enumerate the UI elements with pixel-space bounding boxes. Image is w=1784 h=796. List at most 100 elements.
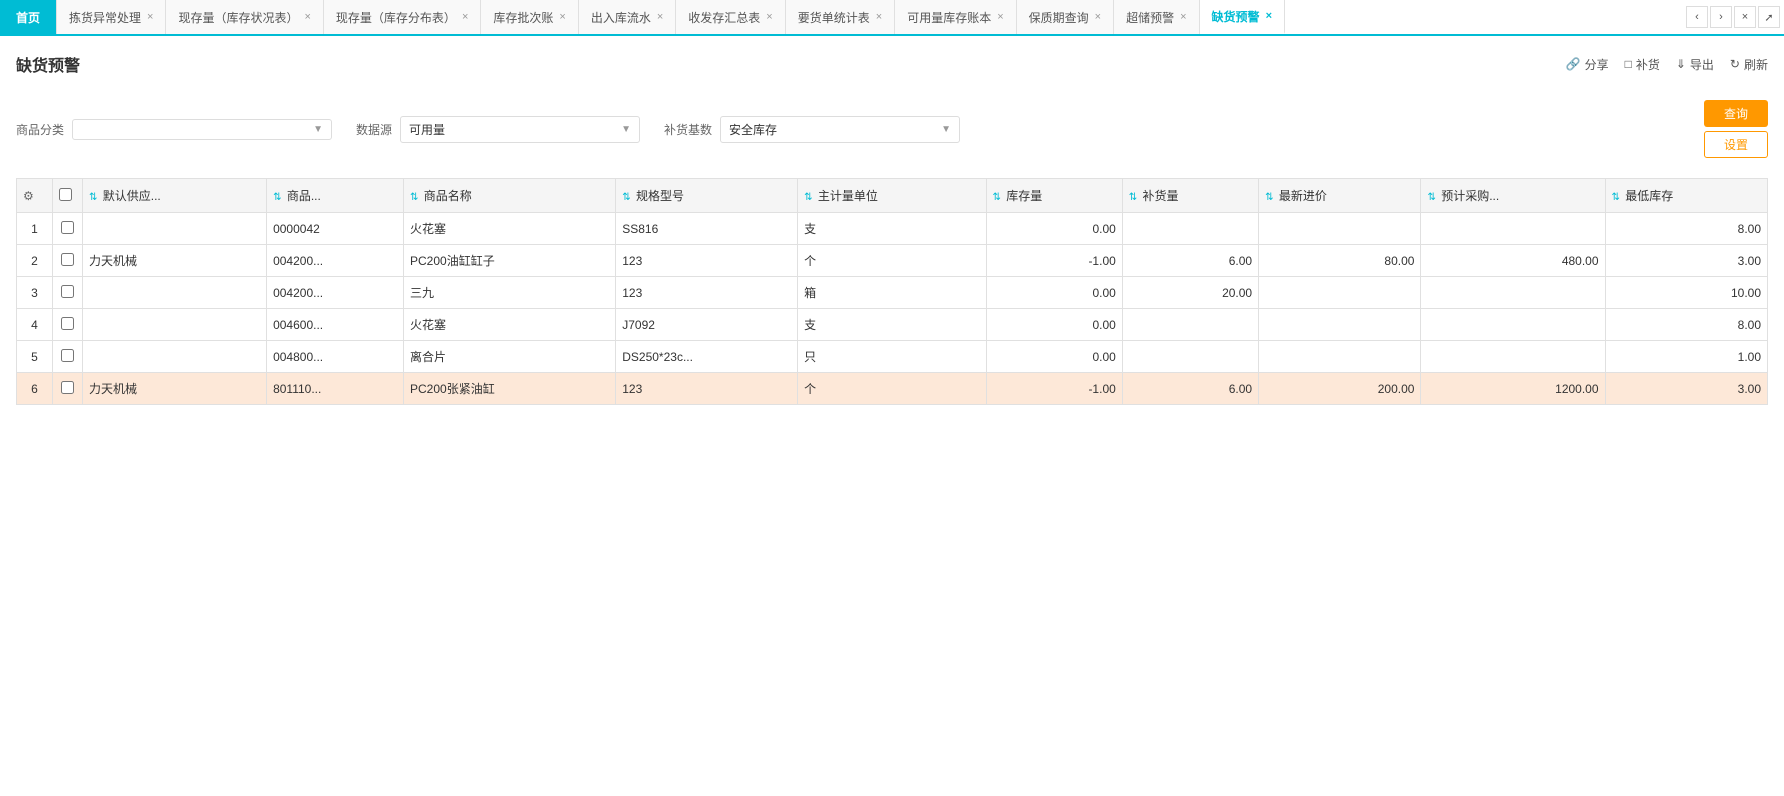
share-icon: 🔗	[1566, 57, 1581, 71]
share-label: 分享	[1585, 56, 1609, 73]
tab-item-shortage[interactable]: 缺货预警 ×	[1200, 0, 1285, 34]
cell-latest_price-2: 80.00	[1259, 245, 1421, 277]
cell-code-1: 0000042	[267, 213, 404, 245]
cell-code-2: 004200...	[267, 245, 404, 277]
cell-replenish-5	[1122, 341, 1258, 373]
gear-icon[interactable]: ⚙	[23, 189, 34, 203]
tab-item-inout[interactable]: 出入库流水×	[579, 0, 676, 34]
th-replenish[interactable]: ⇅ 补货量	[1122, 179, 1258, 213]
filter-bar: 商品分类 ▼ 数据源 可用量 ▼ 补货基数 安全库存 ▼ 查询 设置	[16, 92, 1768, 166]
tab-prev-button[interactable]: ‹	[1686, 6, 1708, 28]
tab-item-stock-status[interactable]: 现存量（库存状况表）×	[166, 0, 323, 34]
tab-item-batch[interactable]: 库存批次账×	[481, 0, 578, 34]
category-label: 商品分类	[16, 121, 64, 138]
row-checkbox-4[interactable]	[61, 317, 74, 330]
tab-item-overstock[interactable]: 超储预警 ×	[1114, 0, 1199, 34]
cell-latest_price-5	[1259, 341, 1421, 373]
tab-item-available[interactable]: 可用量库存账本×	[895, 0, 1016, 34]
th-latest-price[interactable]: ⇅ 最新进价	[1259, 179, 1421, 213]
th-unit[interactable]: ⇅ 主计量单位	[798, 179, 986, 213]
export-action[interactable]: ⇓ 导出	[1676, 56, 1714, 73]
row-number-3: 3	[17, 277, 53, 309]
replenish-basis-filter-group: 补货基数 安全库存 ▼	[664, 116, 960, 143]
row-checkbox-cell-3	[53, 277, 83, 309]
cell-min_stock-5: 1.00	[1605, 341, 1767, 373]
th-stock[interactable]: ⇅ 库存量	[986, 179, 1122, 213]
cell-supplier-6: 力天机械	[83, 373, 267, 405]
table-row: 3004200...三九123箱0.0020.0010.00	[17, 277, 1768, 309]
share-action[interactable]: 🔗 分享	[1566, 56, 1609, 73]
row-number-2: 2	[17, 245, 53, 277]
category-filter-group: 商品分类 ▼	[16, 119, 332, 140]
tab-item-abnormal[interactable]: 拣货异常处理×	[57, 0, 166, 34]
tab-close-icon-abnormal[interactable]: ×	[147, 11, 153, 23]
cell-est_purchase-5	[1421, 341, 1605, 373]
tab-close-icon-receipt[interactable]: ×	[766, 11, 772, 23]
tab-close-icon-available[interactable]: ×	[997, 11, 1003, 23]
row-checkbox-1[interactable]	[61, 221, 74, 234]
row-checkbox-cell-1	[53, 213, 83, 245]
tab-close-button[interactable]: ×	[1734, 6, 1756, 28]
replenish-action[interactable]: □ 补货	[1625, 56, 1660, 73]
tab-item-home[interactable]: 首页	[0, 0, 57, 34]
select-all-checkbox[interactable]	[59, 188, 72, 201]
row-checkbox-cell-2	[53, 245, 83, 277]
tab-label-receipt: 收发存汇总表	[688, 9, 760, 26]
sort-icon-name: ⇅	[410, 192, 418, 203]
cell-spec-5: DS250*23c...	[616, 341, 798, 373]
tab-close-icon-expiry[interactable]: ×	[1095, 11, 1101, 23]
export-label: 导出	[1690, 56, 1714, 73]
tab-close-icon-overstock[interactable]: ×	[1180, 11, 1186, 23]
tab-close-icon-shortage[interactable]: ×	[1266, 10, 1272, 22]
sort-icon-min-stock: ⇅	[1612, 192, 1620, 203]
tab-close-icon-batch[interactable]: ×	[559, 11, 565, 23]
th-check[interactable]	[53, 179, 83, 213]
replenish-basis-select[interactable]: 安全库存 ▼	[720, 116, 960, 143]
tab-item-demand[interactable]: 要货单统计表×	[786, 0, 895, 34]
tab-label-overstock: 超储预警	[1126, 9, 1174, 26]
cell-est_purchase-3	[1421, 277, 1605, 309]
replenish-basis-value: 安全库存	[729, 121, 777, 138]
th-min-stock[interactable]: ⇅ 最低库存	[1605, 179, 1767, 213]
tab-next-button[interactable]: ›	[1710, 6, 1732, 28]
row-checkbox-3[interactable]	[61, 285, 74, 298]
tab-expand-button[interactable]: ➚	[1758, 6, 1780, 28]
refresh-label: 刷新	[1744, 56, 1768, 73]
th-code[interactable]: ⇅ 商品...	[267, 179, 404, 213]
cell-supplier-4	[83, 309, 267, 341]
refresh-action[interactable]: ↻ 刷新	[1730, 56, 1768, 73]
th-est-purchase[interactable]: ⇅ 预计采购...	[1421, 179, 1605, 213]
row-checkbox-5[interactable]	[61, 349, 74, 362]
cell-spec-3: 123	[616, 277, 798, 309]
row-checkbox-6[interactable]	[61, 381, 74, 394]
tab-close-icon-stock-status[interactable]: ×	[304, 11, 310, 23]
th-name[interactable]: ⇅ 商品名称	[404, 179, 616, 213]
tab-close-icon-stock-dist[interactable]: ×	[462, 11, 468, 23]
cell-unit-4: 支	[798, 309, 986, 341]
setting-button[interactable]: 设置	[1704, 131, 1768, 158]
cell-code-3: 004200...	[267, 277, 404, 309]
tab-close-icon-inout[interactable]: ×	[657, 11, 663, 23]
th-gear[interactable]: ⚙	[17, 179, 53, 213]
datasource-select[interactable]: 可用量 ▼	[400, 116, 640, 143]
row-checkbox-2[interactable]	[61, 253, 74, 266]
tab-item-receipt[interactable]: 收发存汇总表 ×	[676, 0, 785, 34]
page-title: 缺货预警	[16, 52, 80, 76]
tab-close-icon-demand[interactable]: ×	[876, 11, 882, 23]
cell-unit-2: 个	[798, 245, 986, 277]
tab-item-expiry[interactable]: 保质期查询×	[1017, 0, 1114, 34]
cell-est_purchase-6: 1200.00	[1421, 373, 1605, 405]
cell-stock-5: 0.00	[986, 341, 1122, 373]
cell-stock-6: -1.00	[986, 373, 1122, 405]
datasource-filter-group: 数据源 可用量 ▼	[356, 116, 640, 143]
cell-code-5: 004800...	[267, 341, 404, 373]
query-button[interactable]: 查询	[1704, 100, 1768, 127]
tab-label-shortage: 缺货预警	[1212, 8, 1260, 25]
tab-label-home: 首页	[16, 9, 40, 26]
cell-unit-5: 只	[798, 341, 986, 373]
category-select[interactable]: ▼	[72, 119, 332, 140]
th-supplier[interactable]: ⇅ 默认供应...	[83, 179, 267, 213]
tab-item-stock-dist[interactable]: 现存量（库存分布表）×	[324, 0, 481, 34]
sort-icon-stock: ⇅	[993, 192, 1001, 203]
th-spec[interactable]: ⇅ 规格型号	[616, 179, 798, 213]
